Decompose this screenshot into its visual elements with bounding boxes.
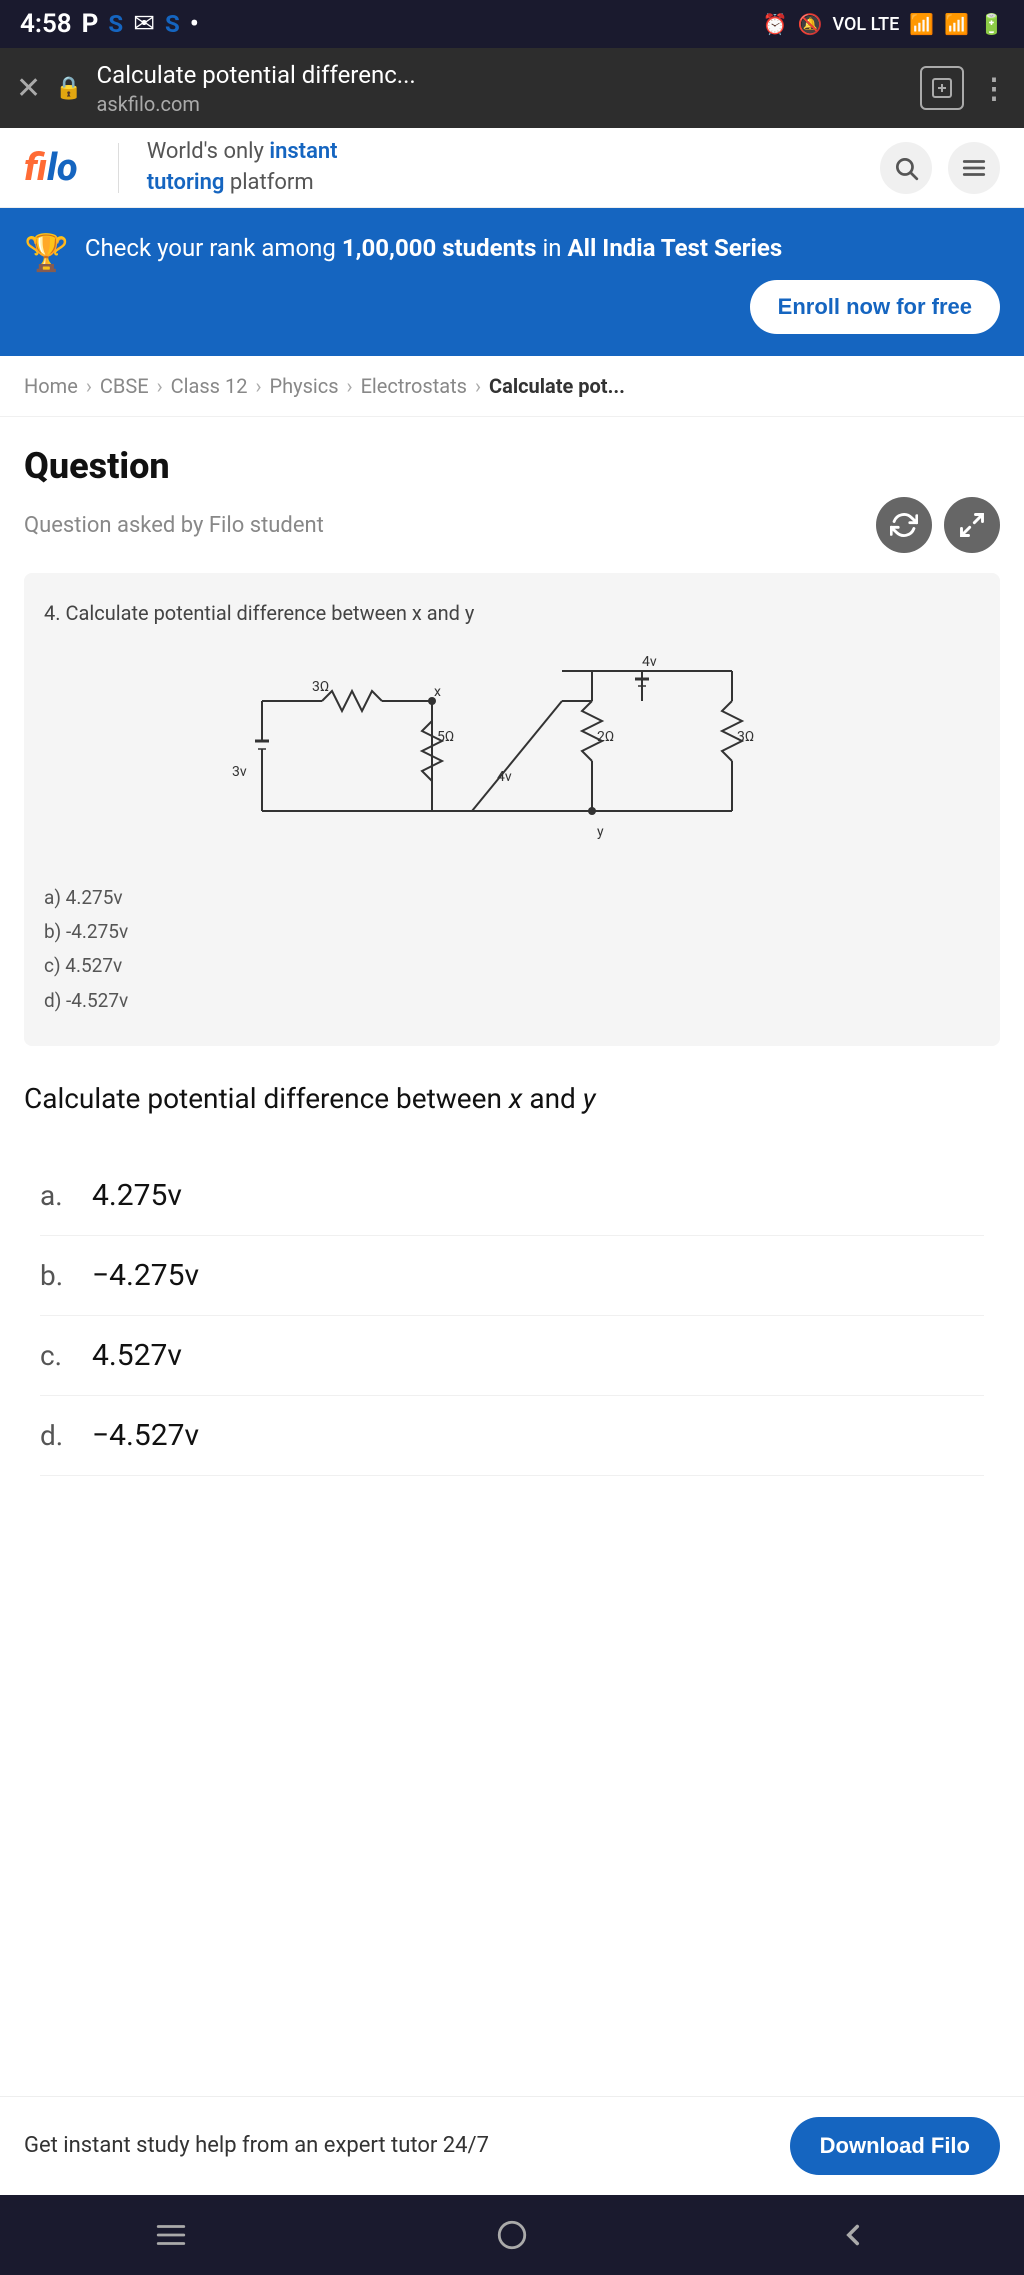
y-variable: y: [583, 1082, 596, 1115]
option-d-value: −4.527v: [92, 1418, 199, 1453]
answer-option-c[interactable]: c. 4.527v: [40, 1316, 984, 1396]
breadcrumb-sep-3: ›: [255, 374, 261, 398]
small-option-b: b) -4.275v: [44, 915, 980, 949]
breadcrumb-class12[interactable]: Class 12: [171, 374, 248, 398]
question-meta-row: Question asked by Filo student: [24, 497, 1000, 553]
option-a-label: a.: [40, 1179, 76, 1212]
small-option-a: a) 4.275v: [44, 881, 980, 915]
header-actions: [880, 142, 1000, 194]
svg-text:3Ω: 3Ω: [312, 679, 329, 695]
url-area[interactable]: Calculate potential differenc... askfilo…: [97, 60, 906, 115]
enroll-button[interactable]: Enroll now for free: [750, 280, 1000, 334]
breadcrumb-sep-4: ›: [347, 374, 353, 398]
option-c-value: 4.527v: [92, 1338, 182, 1373]
option-b-value: −4.275v: [92, 1258, 199, 1293]
option-b-label: b.: [40, 1259, 76, 1292]
question-heading: Question: [24, 445, 1000, 487]
svg-text:3v: 3v: [232, 764, 247, 780]
mute-icon: 🔕: [798, 12, 823, 36]
circuit-svg: 3Ω x 4v: [222, 641, 802, 861]
circuit-title: 4. Calculate potential difference betwee…: [44, 601, 980, 625]
breadcrumb-physics[interactable]: Physics: [269, 374, 338, 398]
nav-home-button[interactable]: [482, 2205, 542, 2265]
page-domain: askfilo.com: [97, 92, 906, 116]
promo-banner: 🏆 Check your rank among 1,00,000 student…: [0, 208, 1024, 356]
expand-button[interactable]: [944, 497, 1000, 553]
breadcrumb-sep-5: ›: [475, 374, 481, 398]
nav-menu-button[interactable]: [141, 2205, 201, 2265]
option-d-label: d.: [40, 1419, 76, 1452]
breadcrumb-current: Calculate pot...: [489, 374, 625, 398]
status-bar: 4:58 P S ✉ S • ⏰ 🔕 VOL LTE 📶 📶 🔋: [0, 0, 1024, 48]
page-title: Calculate potential differenc...: [97, 60, 906, 91]
battery-icon: 🔋: [979, 12, 1004, 36]
filo-logo[interactable]: filo: [24, 146, 78, 190]
svg-text:4v: 4v: [642, 654, 657, 670]
trophy-icon: 🏆: [24, 232, 69, 274]
small-option-c: c) 4.527v: [44, 949, 980, 983]
add-tab-button[interactable]: [920, 66, 964, 110]
answer-options-small: a) 4.275v b) -4.275v c) 4.527v d) -4.527…: [44, 881, 980, 1018]
breadcrumb-sep-1: ›: [86, 374, 92, 398]
answer-option-a[interactable]: a. 4.275v: [40, 1156, 984, 1236]
lte-icon: VOL LTE: [833, 14, 900, 35]
banner-text: Check your rank among 1,00,000 students …: [85, 230, 1000, 266]
browser-bar: ✕ 🔒 Calculate potential differenc... ask…: [0, 48, 1024, 128]
question-meta: Question asked by Filo student: [24, 513, 324, 538]
bottom-bar: Get instant study help from an expert tu…: [0, 2096, 1024, 2195]
menu-button[interactable]: [948, 142, 1000, 194]
answer-options-list: a. 4.275v b. −4.275v c. 4.527v d. −4.527…: [0, 1156, 1024, 1476]
status-msg-icon: ✉: [133, 9, 155, 39]
alarm-icon: ⏰: [763, 12, 788, 36]
status-dot: •: [190, 9, 199, 39]
lock-icon: 🔒: [55, 76, 82, 101]
circuit-diagram: 4. Calculate potential difference betwee…: [24, 573, 1000, 1046]
browser-actions: ⋮: [920, 66, 1008, 110]
nav-back-button[interactable]: [823, 2205, 883, 2265]
option-a-value: 4.275v: [92, 1178, 182, 1213]
close-tab-button[interactable]: ✕: [16, 71, 41, 106]
wifi-icon: 📶: [909, 12, 934, 36]
small-option-d: d) -4.527v: [44, 984, 980, 1018]
filo-tagline: World's only instant tutoring platform: [147, 137, 338, 199]
status-p-icon: P: [82, 9, 99, 39]
breadcrumb-sep-2: ›: [157, 374, 163, 398]
banner-content: Check your rank among 1,00,000 students …: [85, 230, 1000, 334]
answer-option-b[interactable]: b. −4.275v: [40, 1236, 984, 1316]
status-right: ⏰ 🔕 VOL LTE 📶 📶 🔋: [763, 12, 1004, 36]
status-s1-icon: S: [108, 10, 123, 38]
breadcrumb-cbse[interactable]: CBSE: [100, 374, 149, 398]
instant-text: instant: [269, 139, 337, 164]
breadcrumb-home[interactable]: Home: [24, 374, 78, 398]
breadcrumb: Home › CBSE › Class 12 › Physics › Elect…: [0, 356, 1024, 417]
x-variable: x: [509, 1082, 522, 1115]
status-time: 4:58: [20, 9, 72, 39]
header-divider: [118, 143, 119, 193]
question-text: Calculate potential difference between x…: [0, 1078, 1024, 1120]
question-section: Question Question asked by Filo student …: [0, 417, 1024, 1046]
answer-option-d[interactable]: d. −4.527v: [40, 1396, 984, 1476]
circuit-svg-wrap: 3Ω x 4v: [44, 641, 980, 861]
svg-text:x: x: [434, 684, 441, 700]
bottom-bar-text: Get instant study help from an expert tu…: [24, 2131, 774, 2162]
download-filo-button[interactable]: Download Filo: [790, 2117, 1000, 2175]
svg-text:y: y: [597, 824, 604, 840]
option-c-label: c.: [40, 1339, 76, 1372]
nav-bar: [0, 2195, 1024, 2275]
status-s2-icon: S: [165, 10, 180, 38]
question-text-and: and: [522, 1082, 582, 1115]
refresh-button[interactable]: [876, 497, 932, 553]
question-text-part1: Calculate potential difference between: [24, 1082, 509, 1115]
question-actions: [876, 497, 1000, 553]
status-left: 4:58 P S ✉ S •: [20, 9, 199, 39]
tutoring-text: tutoring: [147, 170, 225, 195]
svg-text:4v: 4v: [497, 769, 512, 785]
signal-icon: 📶: [944, 12, 969, 36]
search-button[interactable]: [880, 142, 932, 194]
breadcrumb-electrostats[interactable]: Electrostats: [361, 374, 467, 398]
more-options-button[interactable]: ⋮: [980, 72, 1008, 105]
filo-header: filo World's only instant tutoring platf…: [0, 128, 1024, 208]
